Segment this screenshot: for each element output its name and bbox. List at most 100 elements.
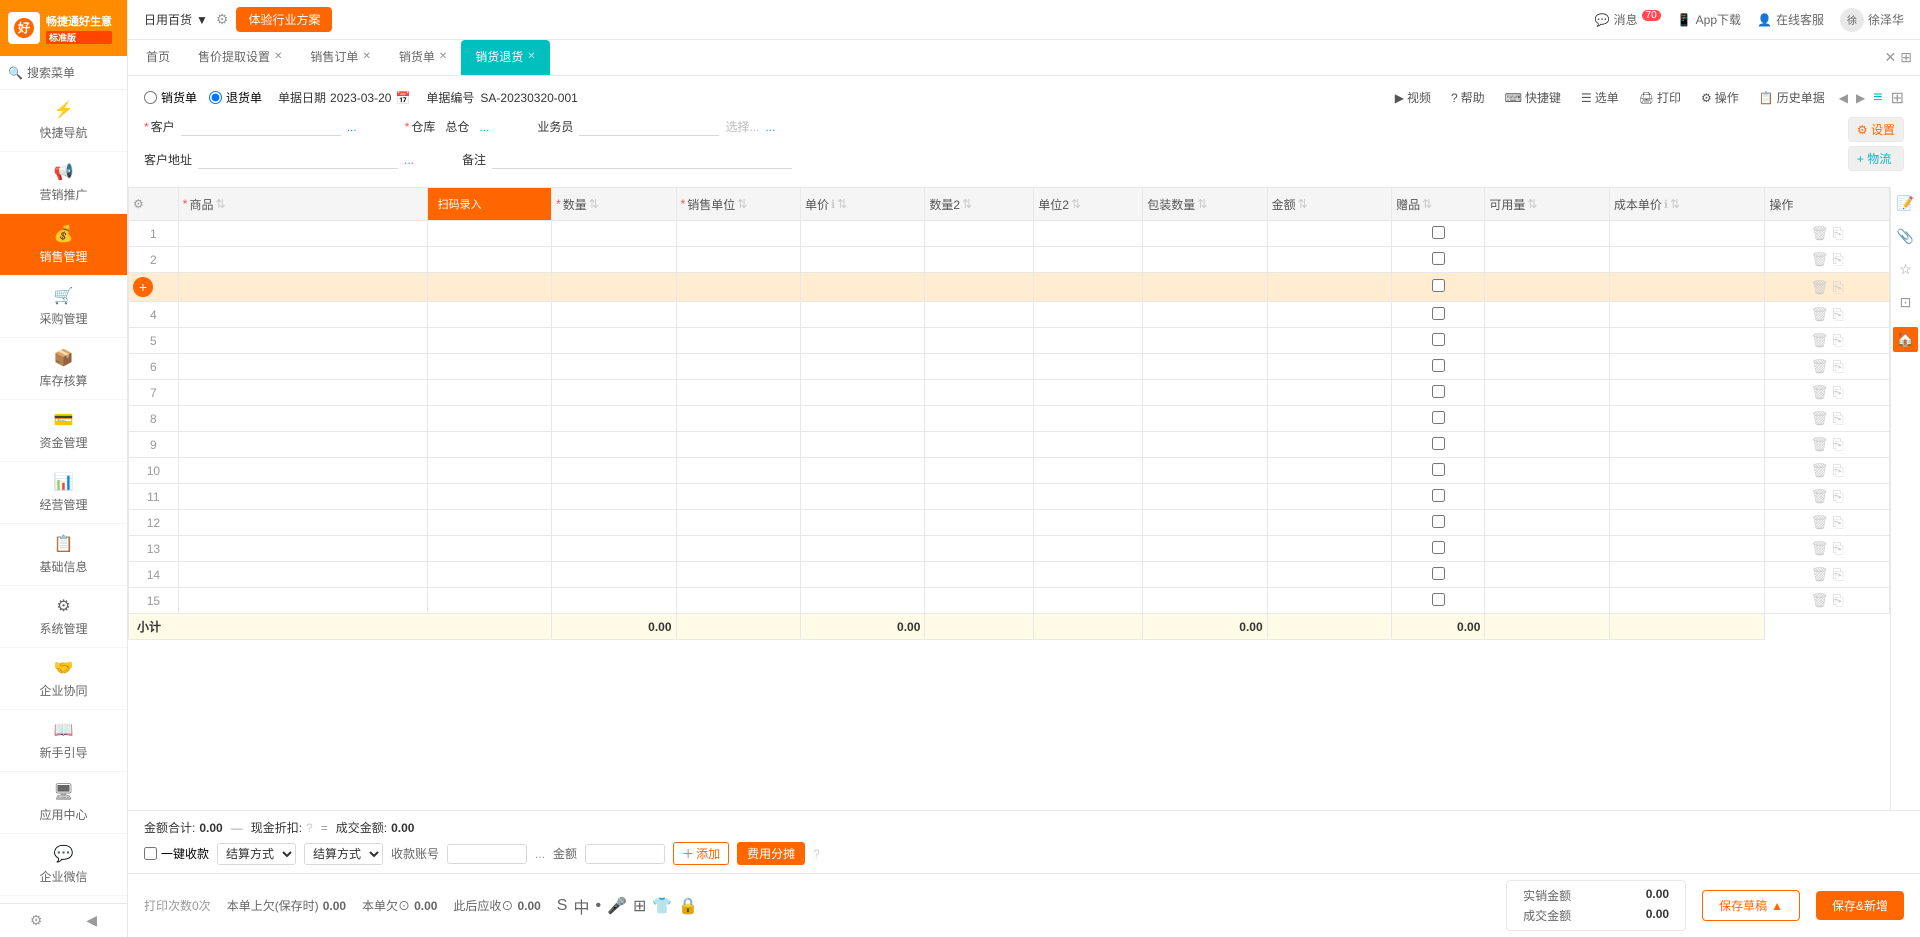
amount-cell-11[interactable] (1267, 484, 1391, 510)
goods-cell-6[interactable] (178, 354, 427, 380)
col-setting-icon[interactable]: ⚙ (133, 197, 144, 211)
amount-cell-2[interactable] (1267, 247, 1391, 273)
sidebar-item-finance[interactable]: 💳 资金管理 (0, 400, 127, 462)
qty2-cell-14[interactable] (925, 562, 1034, 588)
sidebar-item-apps[interactable]: 🖥 应用中心 (0, 772, 127, 834)
gift-checkbox-15[interactable] (1432, 593, 1445, 606)
cost-cell-2[interactable] (1609, 247, 1765, 273)
price-cell-8[interactable] (800, 406, 924, 432)
qty2-cell-4[interactable] (925, 302, 1034, 328)
toolbar-select-btn[interactable]: ☰ 选单 (1575, 86, 1625, 109)
unit2-cell-15[interactable] (1034, 588, 1143, 614)
panel-attach-icon[interactable]: 📎 (1897, 228, 1914, 245)
qty2-cell-3[interactable] (925, 273, 1034, 302)
toolbar-help-btn[interactable]: ? 帮助 (1445, 86, 1491, 109)
tab-close-icon[interactable]: ✕ (274, 51, 282, 62)
radio-sales-input[interactable] (144, 91, 157, 104)
gift-checkbox-2[interactable] (1432, 252, 1445, 265)
gift-checkbox-6[interactable] (1432, 359, 1445, 372)
pkg-cell-6[interactable] (1143, 354, 1267, 380)
qty-cell-15[interactable] (552, 588, 676, 614)
copy-icon-8[interactable]: ⎘ (1832, 410, 1843, 427)
pkg-cell-13[interactable] (1143, 536, 1267, 562)
unit-cell-4[interactable] (676, 302, 800, 328)
gift-checkbox-1[interactable] (1432, 226, 1445, 239)
sort-icon[interactable]: ⇅ (837, 197, 847, 211)
qty2-cell-9[interactable] (925, 432, 1034, 458)
qty-cell-6[interactable] (552, 354, 676, 380)
warehouse-dots[interactable]: ... (479, 120, 489, 134)
one-click-pay-label[interactable]: 一键收款 (144, 845, 209, 862)
copy-icon-2[interactable]: ⎘ (1832, 251, 1843, 268)
unit2-cell-12[interactable] (1034, 510, 1143, 536)
copy-icon-11[interactable]: ⎘ (1832, 488, 1843, 505)
sidebar-collapse-icon[interactable]: ◀ (86, 912, 97, 929)
sort-icon[interactable]: ⇅ (215, 197, 225, 211)
taskbar-icon-3[interactable]: • (595, 897, 601, 915)
nav-dropdown[interactable]: 日用百货 ▼ (144, 11, 208, 28)
address-input[interactable] (198, 150, 398, 169)
copy-icon-12[interactable]: ⎘ (1832, 514, 1843, 531)
pkg-cell-11[interactable] (1143, 484, 1267, 510)
pkg-cell-14[interactable] (1143, 562, 1267, 588)
cost-cell-12[interactable] (1609, 510, 1765, 536)
topbar-gear-icon[interactable]: ⚙ (216, 11, 229, 28)
price-cell-4[interactable] (800, 302, 924, 328)
pkg-cell-15[interactable] (1143, 588, 1267, 614)
available-cell-8[interactable] (1485, 406, 1609, 432)
sidebar-item-marketing[interactable]: 📢 营销推广 (0, 152, 127, 214)
gift-cell-9[interactable] (1392, 432, 1485, 458)
sidebar-item-purchase[interactable]: 🛒 采购管理 (0, 276, 127, 338)
qty2-cell-15[interactable] (925, 588, 1034, 614)
delete-icon-8[interactable]: 🗑 (1811, 410, 1829, 427)
sidebar-item-wechat[interactable]: 💬 企业微信 (0, 834, 127, 896)
goods-cell-1[interactable] (178, 221, 427, 247)
goods-input-3[interactable] (183, 280, 423, 294)
sidebar-settings-icon[interactable]: ⚙ (30, 912, 43, 929)
copy-icon-9[interactable]: ⎘ (1832, 436, 1843, 453)
unit2-cell-9[interactable] (1034, 432, 1143, 458)
goods-cell-10[interactable] (178, 458, 427, 484)
copy-icon-14[interactable]: ⎘ (1832, 566, 1843, 583)
amount-cell-8[interactable] (1267, 406, 1391, 432)
exp-btn[interactable]: 体验行业方案 (236, 7, 332, 32)
unit-cell-13[interactable] (676, 536, 800, 562)
view-list-icon[interactable]: ≡ (1873, 89, 1882, 107)
tab-sales-order[interactable]: 销售订单 ✕ (296, 40, 384, 75)
goods-cell-12[interactable] (178, 510, 427, 536)
cost-cell-13[interactable] (1609, 536, 1765, 562)
unit-cell-15[interactable] (676, 588, 800, 614)
copy-icon-1[interactable]: ⎘ (1832, 225, 1843, 242)
amount-cell-13[interactable] (1267, 536, 1391, 562)
price-cell-1[interactable] (800, 221, 924, 247)
qty-cell-9[interactable] (552, 432, 676, 458)
sort-icon[interactable]: ⇅ (1670, 197, 1680, 211)
delete-icon-12[interactable]: 🗑 (1811, 514, 1829, 531)
close-tab-icon[interactable]: ✕ (1885, 49, 1897, 66)
sidebar-item-sales[interactable]: 💰 销售管理 (0, 214, 127, 276)
available-cell-9[interactable] (1485, 432, 1609, 458)
app-download-btn[interactable]: 📱 App下载 (1677, 11, 1741, 28)
available-cell-11[interactable] (1485, 484, 1609, 510)
nav-prev-icon[interactable]: ◀ (1839, 91, 1848, 105)
gift-checkbox-11[interactable] (1432, 489, 1445, 502)
maximize-icon[interactable]: ⊞ (1900, 49, 1912, 66)
wuliu-btn[interactable]: + 物流 (1848, 146, 1904, 171)
delete-icon-14[interactable]: 🗑 (1811, 566, 1829, 583)
available-cell-12[interactable] (1485, 510, 1609, 536)
gift-cell-14[interactable] (1392, 562, 1485, 588)
customer-dots[interactable]: ... (347, 120, 357, 134)
cost-cell-8[interactable] (1609, 406, 1765, 432)
qty-cell-7[interactable] (552, 380, 676, 406)
taskbar-icon-4[interactable]: 🎤 (607, 896, 627, 916)
available-cell-2[interactable] (1485, 247, 1609, 273)
delete-icon-7[interactable]: 🗑 (1811, 384, 1829, 401)
available-cell-14[interactable] (1485, 562, 1609, 588)
sort-icon[interactable]: ⇅ (1298, 197, 1308, 211)
gift-checkbox-12[interactable] (1432, 515, 1445, 528)
pkg-cell-2[interactable] (1143, 247, 1267, 273)
fee-split-btn[interactable]: 费用分摊 (737, 842, 805, 865)
pkg-cell-12[interactable] (1143, 510, 1267, 536)
delete-icon-3[interactable]: 🗑 (1811, 279, 1829, 296)
gift-cell-8[interactable] (1392, 406, 1485, 432)
